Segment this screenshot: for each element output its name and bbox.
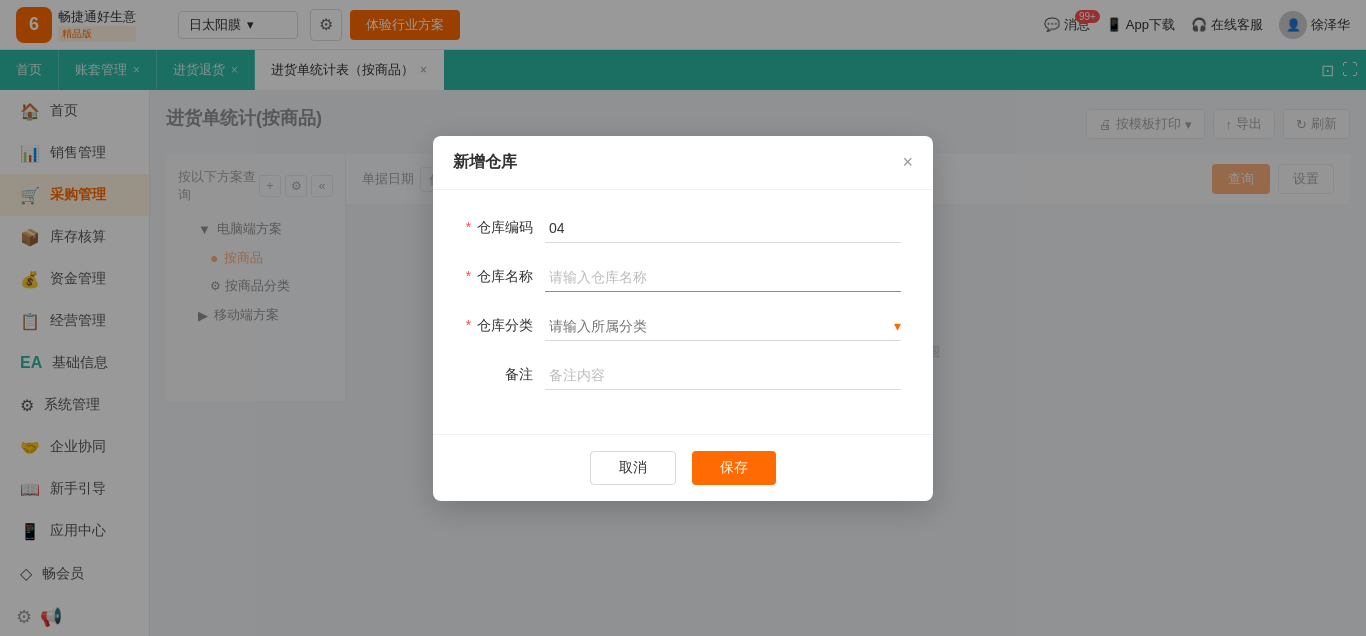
save-button[interactable]: 保存 xyxy=(692,451,776,485)
code-label: * 仓库编码 xyxy=(465,219,545,237)
modal-body: * 仓库编码 * 仓库名称 * 仓库分类 xyxy=(433,190,933,434)
remark-label: 备注 xyxy=(465,366,545,384)
cancel-button[interactable]: 取消 xyxy=(590,451,676,485)
code-input[interactable] xyxy=(545,214,901,243)
category-label: * 仓库分类 xyxy=(465,317,545,335)
code-label-text: 仓库编码 xyxy=(477,219,533,235)
required-mark-name: * xyxy=(466,268,471,284)
form-row-remark: 备注 xyxy=(465,361,901,390)
category-select-wrap: ▾ xyxy=(545,312,901,341)
category-label-text: 仓库分类 xyxy=(477,317,533,333)
modal-close-button[interactable]: × xyxy=(902,152,913,173)
form-row-category: * 仓库分类 ▾ xyxy=(465,312,901,341)
name-label-text: 仓库名称 xyxy=(477,268,533,284)
category-input[interactable] xyxy=(545,312,894,340)
remark-input[interactable] xyxy=(545,361,901,390)
add-warehouse-modal: 新增仓库 × * 仓库编码 * 仓库名称 xyxy=(433,136,933,501)
remark-label-text: 备注 xyxy=(505,366,533,382)
modal-title: 新增仓库 xyxy=(453,152,517,173)
name-label: * 仓库名称 xyxy=(465,268,545,286)
form-row-code: * 仓库编码 xyxy=(465,214,901,243)
modal-overlay: 新增仓库 × * 仓库编码 * 仓库名称 xyxy=(0,0,1366,636)
required-mark-category: * xyxy=(466,317,471,333)
warehouse-name-input[interactable] xyxy=(545,263,901,292)
category-dropdown-icon[interactable]: ▾ xyxy=(894,318,901,334)
required-mark-code: * xyxy=(466,219,471,235)
modal-header: 新增仓库 × xyxy=(433,136,933,190)
modal-footer: 取消 保存 xyxy=(433,434,933,501)
form-row-name: * 仓库名称 xyxy=(465,263,901,292)
